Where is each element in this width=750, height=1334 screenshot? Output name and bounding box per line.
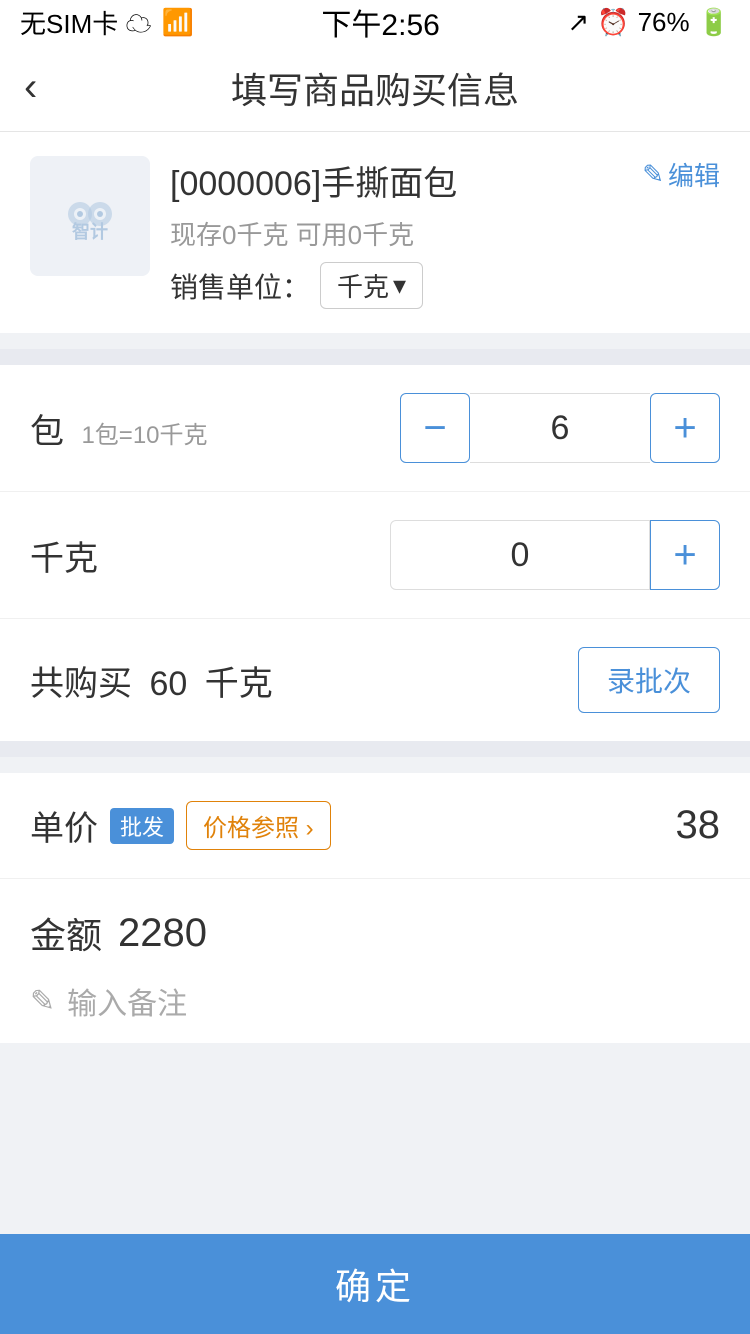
battery-icon: 🔋 xyxy=(698,7,730,38)
amount-value: 2280 xyxy=(118,911,207,956)
chevron-down-icon: ▾ xyxy=(393,270,406,301)
bao-stepper: − + xyxy=(400,393,720,463)
remark-input[interactable]: 输入备注 xyxy=(67,979,187,1023)
status-right: ↗ ⏰ 76% 🔋 xyxy=(567,7,730,38)
kg-stepper: + xyxy=(390,520,720,590)
bao-label: 包 1包=10千克 xyxy=(30,404,400,453)
no-sim-text: 无SIM卡 ☁ xyxy=(20,4,151,41)
pencil-icon: ✎ xyxy=(30,984,55,1019)
kg-increment-button[interactable]: + xyxy=(650,520,720,590)
total-label: 共购买 60 千克 xyxy=(30,656,273,705)
amount-section: 金额 2280 ✎ 输入备注 xyxy=(0,879,750,1043)
nav-bar: ‹ 填写商品购买信息 xyxy=(0,44,750,132)
confirm-label: 确定 xyxy=(335,1258,415,1310)
section-separator-2 xyxy=(0,741,750,757)
price-row: 单价 批发 价格参照 › 38 xyxy=(30,801,720,850)
price-label: 单价 xyxy=(30,801,98,850)
edit-button[interactable]: ✎ 编辑 xyxy=(642,156,720,193)
page-title: 填写商品购买信息 xyxy=(231,62,519,114)
unit-select[interactable]: 千克 ▾ xyxy=(320,262,423,309)
product-stock: 现存0千克 可用0千克 xyxy=(170,215,720,252)
battery-text: 76% xyxy=(638,7,690,38)
kg-label: 千克 xyxy=(30,531,390,580)
price-badge: 批发 xyxy=(110,808,174,844)
price-reference-button[interactable]: 价格参照 › xyxy=(186,801,331,850)
product-info: [0000006]手撕面包 现存0千克 可用0千克 销售单位： 千克 ▾ xyxy=(170,156,720,309)
edit-icon: ✎ xyxy=(642,159,664,190)
price-value: 38 xyxy=(676,803,721,848)
price-label-group: 单价 批发 价格参照 › xyxy=(30,801,331,850)
total-row: 共购买 60 千克 录批次 xyxy=(0,619,750,741)
unit-label: 销售单位： xyxy=(170,266,310,306)
status-time: 下午2:56 xyxy=(321,0,439,44)
amount-row: 金额 2280 xyxy=(30,907,720,959)
unit-value: 千克 xyxy=(337,267,389,304)
back-button[interactable]: ‹ xyxy=(24,65,37,110)
product-image: 智计 xyxy=(30,156,150,276)
product-card: 智计 [0000006]手撕面包 现存0千克 可用0千克 销售单位： 千克 ▾ … xyxy=(0,132,750,333)
input-section: 包 1包=10千克 − + 千克 + xyxy=(0,365,750,619)
bottom-padding xyxy=(0,1043,750,1163)
total-unit: 千克 xyxy=(205,665,273,703)
total-amount: 60 xyxy=(149,665,187,703)
bao-increment-button[interactable]: + xyxy=(650,393,720,463)
bao-sub-label: 1包=10千克 xyxy=(81,422,207,449)
kg-input-row: 千克 + xyxy=(0,492,750,619)
wifi-icon: 📶 xyxy=(161,7,193,38)
svg-text:智计: 智计 xyxy=(72,221,108,242)
product-logo-icon: 智计 xyxy=(55,186,125,246)
alarm-icon: ⏰ xyxy=(597,7,629,38)
status-left: 无SIM卡 ☁ 📶 xyxy=(20,4,194,41)
kg-input[interactable] xyxy=(390,520,650,590)
amount-label: 金额 xyxy=(30,907,102,959)
confirm-button[interactable]: 确定 xyxy=(0,1234,750,1334)
remark-row[interactable]: ✎ 输入备注 xyxy=(30,979,720,1023)
bao-decrement-button[interactable]: − xyxy=(400,393,470,463)
product-name: [0000006]手撕面包 xyxy=(170,156,720,205)
section-separator-1 xyxy=(0,349,750,365)
location-icon: ↗ xyxy=(567,7,589,38)
bao-input-row: 包 1包=10千克 − + xyxy=(0,365,750,492)
edit-label: 编辑 xyxy=(668,156,720,193)
price-section: 单价 批发 价格参照 › 38 xyxy=(0,773,750,879)
status-bar: 无SIM卡 ☁ 📶 下午2:56 ↗ ⏰ 76% 🔋 xyxy=(0,0,750,44)
bao-input[interactable] xyxy=(470,393,650,463)
product-unit-row: 销售单位： 千克 ▾ xyxy=(170,262,720,309)
record-batch-button[interactable]: 录批次 xyxy=(578,647,720,713)
